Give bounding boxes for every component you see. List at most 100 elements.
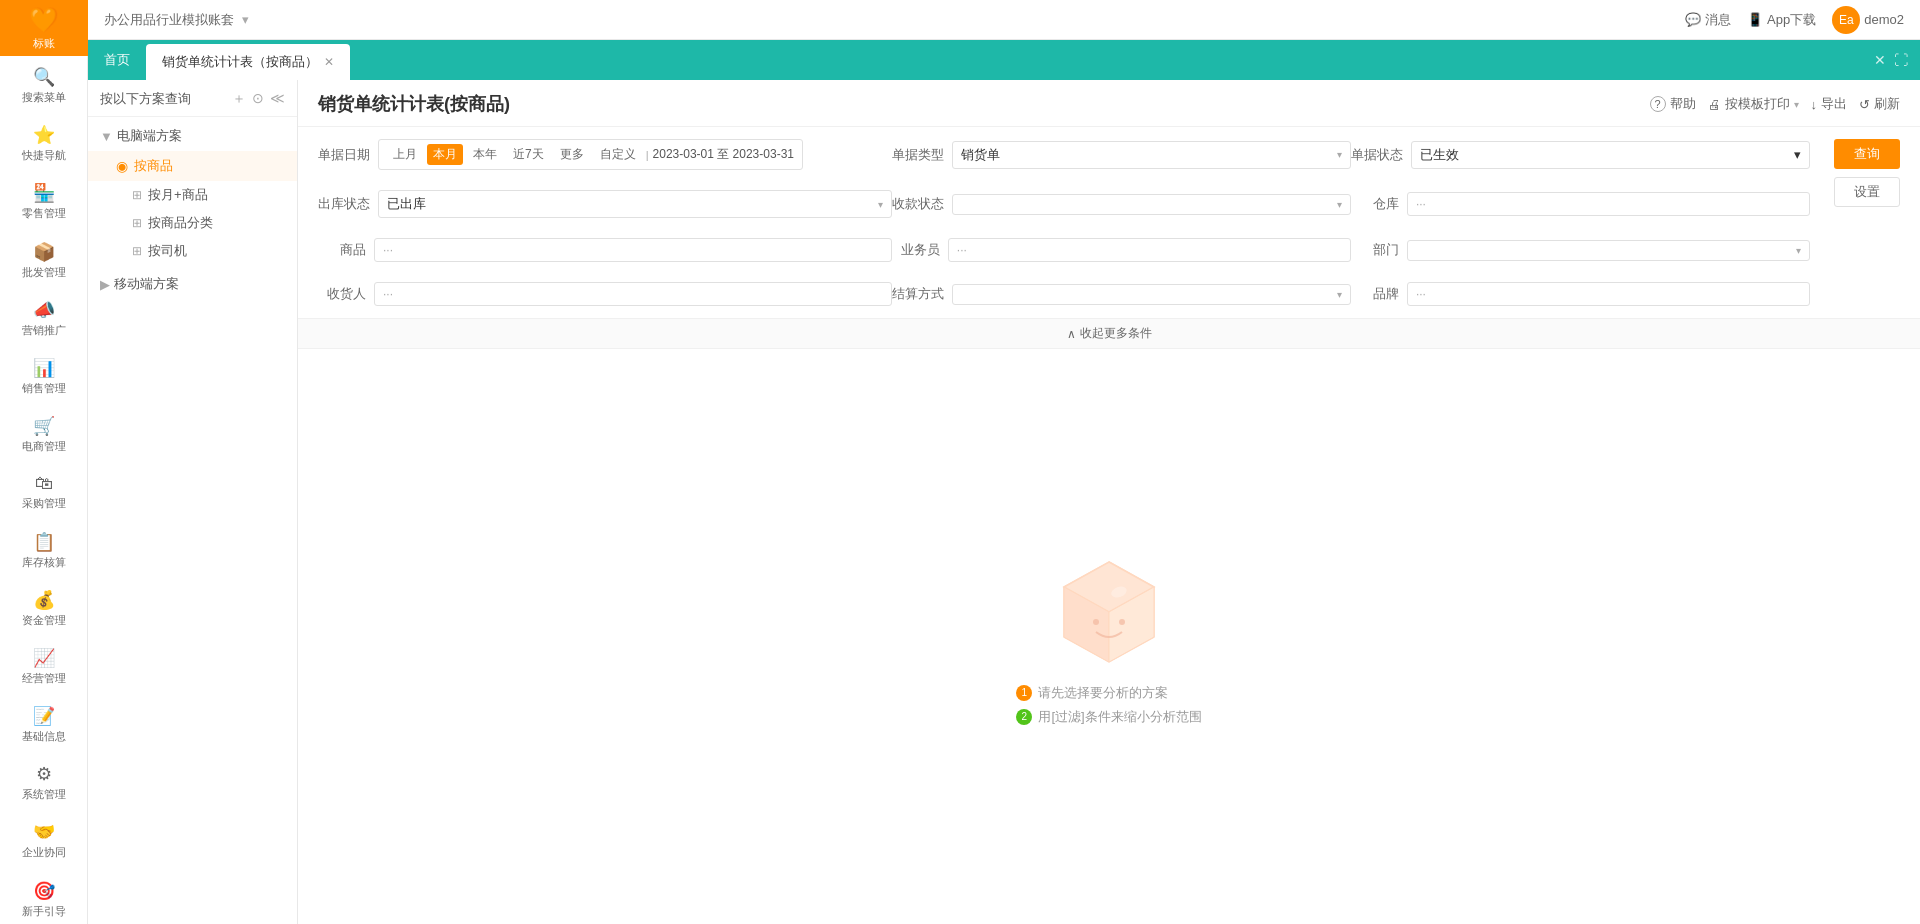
date-7days-btn[interactable]: 近7天 (507, 144, 550, 165)
collapse-icon: ∧ (1067, 327, 1076, 341)
tabbar: 首页 销货单统计计表（按商品） ✕ ✕ ⛶ (88, 40, 1920, 80)
filter-row-3: 商品 ··· 业务员 ··· (318, 238, 1810, 262)
filter-row-4: 收货人 ··· 结算方式 ▾ (318, 282, 1810, 306)
sidebar-item-purchase[interactable]: 🛍采购管理 (0, 463, 87, 520)
sidebar-item-inventory[interactable]: 📋 库存核算 (0, 521, 87, 579)
wholesale-icon: 📦 (33, 241, 55, 263)
filter-goods: 商品 ··· (318, 238, 892, 262)
sidebar-item-basic-info[interactable]: 📝基础信息 (0, 695, 87, 753)
sidebar-item-enterprise[interactable]: 🤝企业协同 (0, 811, 87, 869)
refresh-btn[interactable]: ↺ 刷新 (1859, 95, 1900, 113)
scheme-item-by-month-goods[interactable]: ⊞ 按月+商品 (88, 181, 297, 209)
scheme-item-by-driver[interactable]: ⊞ 按司机 (88, 237, 297, 265)
status-select[interactable]: 已生效 ▾ (1411, 141, 1810, 169)
out-status-select[interactable]: 已出库 ▾ (378, 190, 892, 218)
svg-point-6 (1119, 619, 1125, 625)
topbar-right: 💬 消息 📱 App下载 Ea demo2 (1685, 6, 1904, 34)
sidebar-item-ecommerce[interactable]: 🛒电商管理 (0, 405, 87, 463)
by-driver-label: 按司机 (148, 242, 187, 260)
export-btn[interactable]: ↓ 导出 (1811, 95, 1848, 113)
scheme-settings-btn[interactable]: ⊙ (252, 90, 264, 108)
system-icon: ⚙ (36, 763, 52, 785)
sidebar-item-sales-mgmt[interactable]: 📊销售管理 (0, 347, 87, 405)
template-print-btn[interactable]: 🖨 按模板打印 ▾ (1708, 95, 1799, 113)
date-this-month-btn[interactable]: 本月 (427, 144, 463, 165)
topbar-left: 办公用品行业模拟账套 ▾ (104, 11, 249, 29)
date-last-month-btn[interactable]: 上月 (387, 144, 423, 165)
receiver-control[interactable]: ··· (374, 282, 892, 306)
tip-1-text: 请先选择要分析的方案 (1038, 684, 1168, 702)
settlement-select[interactable]: ▾ (952, 284, 1351, 305)
phone-icon: 📱 (1747, 12, 1763, 27)
warehouse-control[interactable]: ··· (1407, 192, 1810, 216)
help-icon: ? (1650, 96, 1666, 112)
marketing-icon: 📣 (33, 299, 55, 321)
mobile-group-header[interactable]: ▶ 移动端方案 (88, 269, 297, 299)
receipt-status-select[interactable]: ▾ (952, 194, 1351, 215)
basic-info-label: 基础信息 (22, 730, 66, 743)
sidebar-item-retail[interactable]: 🏪零售管理 (0, 172, 87, 230)
system-label: 系统管理 (22, 788, 66, 801)
department-select[interactable]: ▾ (1407, 240, 1810, 261)
search-label: 搜索菜单 (22, 91, 66, 104)
sidebar-item-system[interactable]: ⚙ 系统管理 (0, 753, 87, 811)
add-scheme-btn[interactable]: ＋ (232, 90, 246, 108)
logo[interactable]: 🧡 标账 (0, 0, 88, 56)
salesperson-control[interactable]: ··· (948, 238, 1351, 262)
date-custom-btn[interactable]: 自定义 (594, 144, 642, 165)
department-label: 部门 (1351, 241, 1407, 259)
out-status-value: 已出库 (387, 195, 874, 213)
brand-control[interactable]: ··· (1407, 282, 1810, 306)
collapse-panel-btn[interactable]: ≪ (270, 90, 285, 108)
message-btn[interactable]: 💬 消息 (1685, 11, 1731, 29)
empty-tip-2: 2 用[过滤]条件来缩小分析范围 (1016, 708, 1201, 726)
scheme-item-by-goods[interactable]: ◉ 按商品 (88, 151, 297, 181)
date-control[interactable]: 上月 本月 本年 近7天 更多 自定义 | 2023-03-01 至 2023-… (378, 139, 803, 170)
print-icon: 🖨 (1708, 97, 1721, 112)
filter-settlement: 结算方式 ▾ (892, 284, 1351, 305)
tab-close-icon[interactable]: ✕ (324, 55, 334, 69)
maximize-btn[interactable]: ⛶ (1894, 52, 1908, 68)
sidebar-item-wholesale[interactable]: 📦批发管理 (0, 231, 87, 289)
salesperson-dots: ··· (957, 243, 967, 257)
department-dropdown-icon: ▾ (1796, 245, 1801, 256)
date-more-btn[interactable]: 更多 (554, 144, 590, 165)
refresh-icon: ↺ (1859, 97, 1870, 112)
filter-row-2: 出库状态 已出库 ▾ 收款状态 ▾ (318, 190, 1810, 218)
scheme-item-by-category[interactable]: ⊞ 按商品分类 (88, 209, 297, 237)
collapse-bar[interactable]: ∧ 收起更多条件 (298, 319, 1920, 349)
svg-point-5 (1093, 619, 1099, 625)
tab-sales-stats[interactable]: 销货单统计计表（按商品） ✕ (146, 44, 350, 80)
help-btn[interactable]: ? 帮助 (1650, 95, 1696, 113)
sidebar-item-newbie[interactable]: 🎯新手引导 (0, 870, 87, 924)
close-tab-btn[interactable]: ✕ (1874, 52, 1886, 68)
filter-actions: 查询 设置 (1834, 139, 1900, 207)
goods-control[interactable]: ··· (374, 238, 892, 262)
salesperson-label: 业务员 (892, 241, 948, 259)
pc-group-header[interactable]: ▼ 电脑端方案 (88, 121, 297, 151)
tab-home-label: 首页 (104, 51, 130, 69)
filter-salesperson: 业务员 ··· (892, 238, 1351, 262)
sidebar-item-search[interactable]: 🔍搜索菜单 (0, 56, 87, 114)
product-dropdown-icon[interactable]: ▾ (242, 12, 249, 27)
marketing-label: 营销推广 (22, 324, 66, 337)
sidebar-item-finance[interactable]: 💰资金管理 (0, 579, 87, 637)
inventory-label: 库存核算 (22, 556, 66, 569)
sidebar-item-marketing[interactable]: 📣 营销推广 (0, 289, 87, 347)
app-download-btn[interactable]: 📱 App下载 (1747, 11, 1816, 29)
left-panel-title: 按以下方案查询 (100, 90, 191, 108)
user-area[interactable]: Ea demo2 (1832, 6, 1904, 34)
empty-illustration (1044, 542, 1174, 672)
inventory-icon: 📋 (33, 531, 55, 553)
settings-button[interactable]: 设置 (1834, 177, 1900, 207)
sidebar-item-operation[interactable]: 📈经营管理 (0, 637, 87, 695)
sidebar-item-quick-nav[interactable]: ⭐快捷导航 (0, 114, 87, 172)
page-header: 销货单统计计表(按商品) ? 帮助 🖨 按模板打印 ▾ ↓ 导出 (298, 80, 1920, 127)
mobile-scheme-group: ▶ 移动端方案 (88, 269, 297, 299)
type-select[interactable]: 销货单 ▾ (952, 141, 1351, 169)
tab-home[interactable]: 首页 (88, 40, 146, 80)
operation-label: 经营管理 (22, 672, 66, 685)
message-icon: 💬 (1685, 12, 1701, 27)
query-button[interactable]: 查询 (1834, 139, 1900, 169)
date-this-year-btn[interactable]: 本年 (467, 144, 503, 165)
